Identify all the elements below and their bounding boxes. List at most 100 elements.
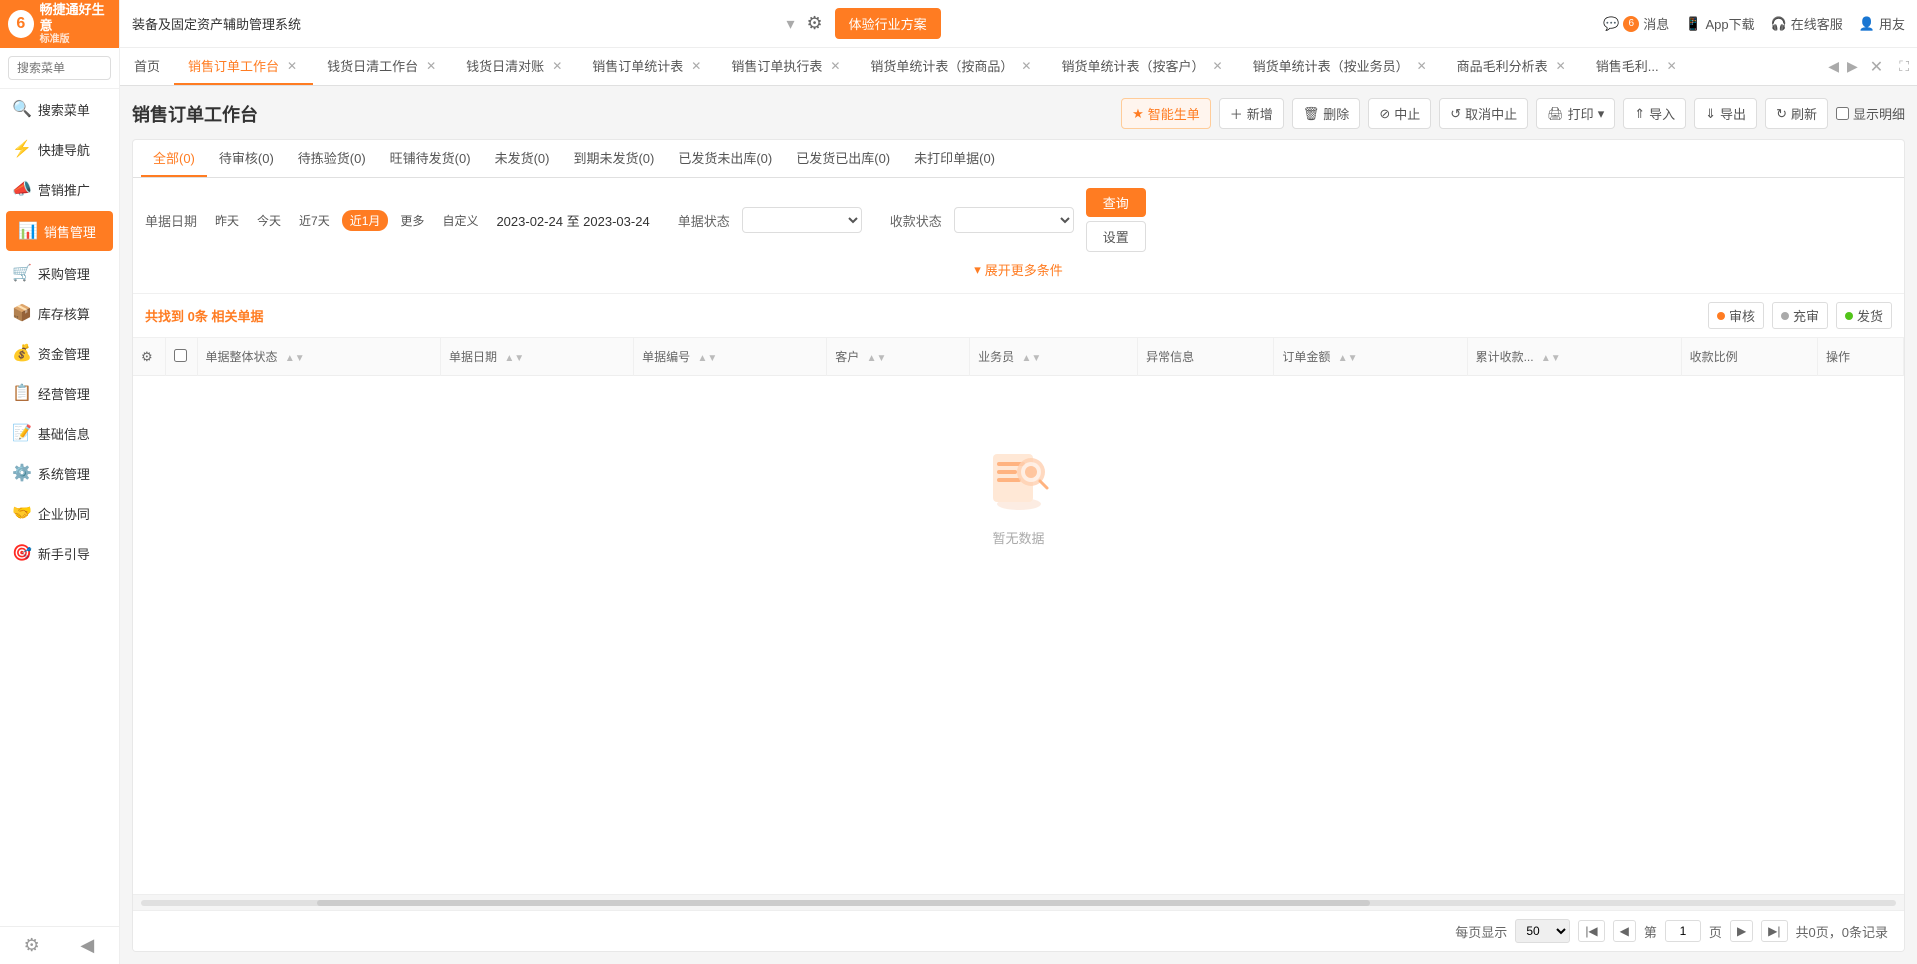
sidebar-item-collaboration[interactable]: 🤝 企业协同 — [0, 493, 119, 533]
cancel-stop-button[interactable]: ↺ 取消中止 — [1439, 98, 1528, 129]
tab-close-7[interactable]: ✕ — [1211, 59, 1225, 73]
sort-number-icon: ▲▼ — [697, 354, 717, 364]
refresh-button[interactable]: ↻ 刷新 — [1765, 98, 1828, 129]
tab-close-1[interactable]: ✕ — [285, 59, 299, 73]
app-download-btn[interactable]: 📱 App下载 — [1685, 14, 1754, 33]
first-page-btn[interactable]: |◀ — [1578, 920, 1604, 942]
sidebar-item-quick-nav[interactable]: ⚡ 快捷导航 — [0, 129, 119, 169]
content-card: 全部(0)待审核(0)待拣验货(0)旺铺待发货(0)未发货(0)到期未发货(0)… — [132, 139, 1905, 952]
settings-button[interactable]: 设置 — [1086, 221, 1146, 252]
sidebar-item-system[interactable]: ⚙️ 系统管理 — [0, 453, 119, 493]
tab-10[interactable]: 销售毛利...✕ — [1582, 48, 1693, 85]
main-content: 装备及固定资产辅助管理系统 ▾ ⚙ 体验行业方案 💬 6 消息 📱 App下载 … — [120, 0, 1917, 964]
tab-scroll-right[interactable]: ▶ — [1843, 58, 1862, 75]
tab-close-9[interactable]: ✕ — [1554, 59, 1568, 73]
topbar-dropdown-icon[interactable]: ▾ — [786, 14, 794, 34]
sub-tab-5[interactable]: 到期未发货(0) — [561, 140, 666, 177]
settings-gear-icon[interactable]: ⚙ — [802, 9, 826, 38]
industry-solution-button[interactable]: 体验行业方案 — [835, 8, 941, 39]
collapse-icon[interactable]: ◀ — [64, 935, 112, 956]
show-detail-label[interactable]: 显示明细 — [1836, 104, 1905, 123]
delete-button[interactable]: 🗑 删除 — [1292, 98, 1361, 129]
sub-tab-2[interactable]: 待拣验货(0) — [286, 140, 378, 177]
tab-close-all-btn[interactable]: ✕ — [1862, 57, 1891, 77]
quick-more[interactable]: 更多 — [394, 210, 430, 231]
per-page-select[interactable]: 50 100 200 — [1515, 919, 1570, 943]
new-button[interactable]: ＋ 新增 — [1219, 98, 1284, 129]
quick-today[interactable]: 今天 — [251, 210, 287, 231]
tab-close-3[interactable]: ✕ — [550, 59, 564, 73]
tab-close-10[interactable]: ✕ — [1665, 59, 1679, 73]
empty-label: 暂无数据 — [992, 528, 1044, 547]
tab-7[interactable]: 销货单统计表（按客户）✕ — [1047, 48, 1238, 85]
tab-2[interactable]: 钱货日清工作台✕ — [313, 48, 452, 85]
sidebar-item-inventory[interactable]: 📦 库存核算 — [0, 293, 119, 333]
tab-close-4[interactable]: ✕ — [689, 59, 703, 73]
quick-7days[interactable]: 近7天 — [293, 210, 336, 231]
tab-scroll-left[interactable]: ◀ — [1824, 58, 1843, 75]
expand-icon: ▾ — [974, 262, 981, 278]
horizontal-scrollbar[interactable] — [133, 894, 1904, 910]
tab-3[interactable]: 钱货日清对账✕ — [452, 48, 578, 85]
search-input[interactable] — [8, 56, 111, 80]
col-settings-icon[interactable]: ⚙ — [141, 349, 153, 364]
sidebar-item-basic-info[interactable]: 📝 基础信息 — [0, 413, 119, 453]
sidebar-item-finance[interactable]: 💰 资金管理 — [0, 333, 119, 373]
online-service-btn[interactable]: 🎧 在线客服 — [1771, 14, 1843, 33]
print-button[interactable]: 🖨 打印 ▾ — [1536, 98, 1615, 129]
stop-button[interactable]: ⊘ 中止 — [1368, 98, 1431, 129]
tab-close-6[interactable]: ✕ — [1019, 59, 1033, 73]
table-scroll-area[interactable]: ⚙ 单据整体状态 ▲▼ 单据日期 — [133, 338, 1904, 894]
sidebar-item-search[interactable]: 🔍 搜索菜单 — [0, 89, 119, 129]
tab-close-2[interactable]: ✕ — [424, 59, 438, 73]
tab-maximize-btn[interactable]: ⛶ — [1891, 58, 1917, 75]
sidebar-item-marketing[interactable]: 📣 营销推广 — [0, 169, 119, 209]
audit-btn[interactable]: 审核 — [1708, 302, 1764, 329]
ship-btn[interactable]: 发货 — [1836, 302, 1892, 329]
sales-icon: 📊 — [18, 221, 38, 241]
expand-filter-btn[interactable]: ▾ 展开更多条件 — [966, 256, 1071, 283]
export-button[interactable]: ⇓ 导出 — [1694, 98, 1757, 129]
sidebar-item-management[interactable]: 📋 经营管理 — [0, 373, 119, 413]
import-button[interactable]: ⇑ 导入 — [1623, 98, 1686, 129]
message-btn[interactable]: 💬 6 消息 — [1603, 14, 1669, 33]
tab-8[interactable]: 销货单统计表（按业务员）✕ — [1239, 48, 1443, 85]
prev-page-btn[interactable]: ◀ — [1613, 920, 1636, 942]
next-page-btn[interactable]: ▶ — [1730, 920, 1753, 942]
tab-5[interactable]: 销售订单执行表✕ — [717, 48, 856, 85]
quick-1month[interactable]: 近1月 — [342, 210, 389, 231]
payment-select[interactable] — [954, 207, 1074, 233]
select-all-checkbox[interactable] — [174, 349, 187, 362]
sub-tab-4[interactable]: 未发货(0) — [483, 140, 562, 177]
show-detail-checkbox[interactable] — [1836, 107, 1849, 120]
tab-6[interactable]: 销货单统计表（按商品）✕ — [856, 48, 1047, 85]
ai-generate-button[interactable]: ★ 智能生单 — [1121, 98, 1211, 129]
sub-tab-3[interactable]: 旺铺待发货(0) — [378, 140, 483, 177]
quick-custom[interactable]: 自定义 — [436, 210, 484, 231]
tab-9[interactable]: 商品毛利分析表✕ — [1443, 48, 1582, 85]
sidebar-item-guide[interactable]: 🎯 新手引导 — [0, 533, 119, 573]
tab-1[interactable]: 销售订单工作台✕ — [174, 48, 313, 85]
sidebar-item-sales[interactable]: 📊 销售管理 — [6, 211, 113, 251]
sort-salesman-icon: ▲▼ — [1021, 354, 1041, 364]
page-number-input[interactable] — [1665, 920, 1701, 942]
sub-tab-8[interactable]: 未打印单据(0) — [902, 140, 1007, 177]
user-btn[interactable]: 👤 用友 — [1859, 14, 1905, 33]
logo-icon: 6 — [8, 10, 34, 38]
revoke-audit-btn[interactable]: 充审 — [1772, 302, 1828, 329]
settings-icon[interactable]: ⚙ — [8, 935, 56, 956]
sub-tabs: 全部(0)待审核(0)待拣验货(0)旺铺待发货(0)未发货(0)到期未发货(0)… — [133, 140, 1904, 178]
last-page-btn[interactable]: ▶| — [1761, 920, 1787, 942]
sidebar-item-purchase[interactable]: 🛒 采购管理 — [0, 253, 119, 293]
quick-yesterday[interactable]: 昨天 — [209, 210, 245, 231]
tab-close-5[interactable]: ✕ — [828, 59, 842, 73]
sub-tab-1[interactable]: 待审核(0) — [207, 140, 286, 177]
sub-tab-0[interactable]: 全部(0) — [141, 140, 207, 177]
query-button[interactable]: 查询 — [1086, 188, 1146, 217]
sub-tab-6[interactable]: 已发货未出库(0) — [666, 140, 784, 177]
sub-tab-7[interactable]: 已发货已出库(0) — [784, 140, 902, 177]
status-select[interactable] — [742, 207, 862, 233]
tab-4[interactable]: 销售订单统计表✕ — [578, 48, 717, 85]
tab-0[interactable]: 首页 — [120, 48, 174, 85]
tab-close-8[interactable]: ✕ — [1415, 59, 1429, 73]
